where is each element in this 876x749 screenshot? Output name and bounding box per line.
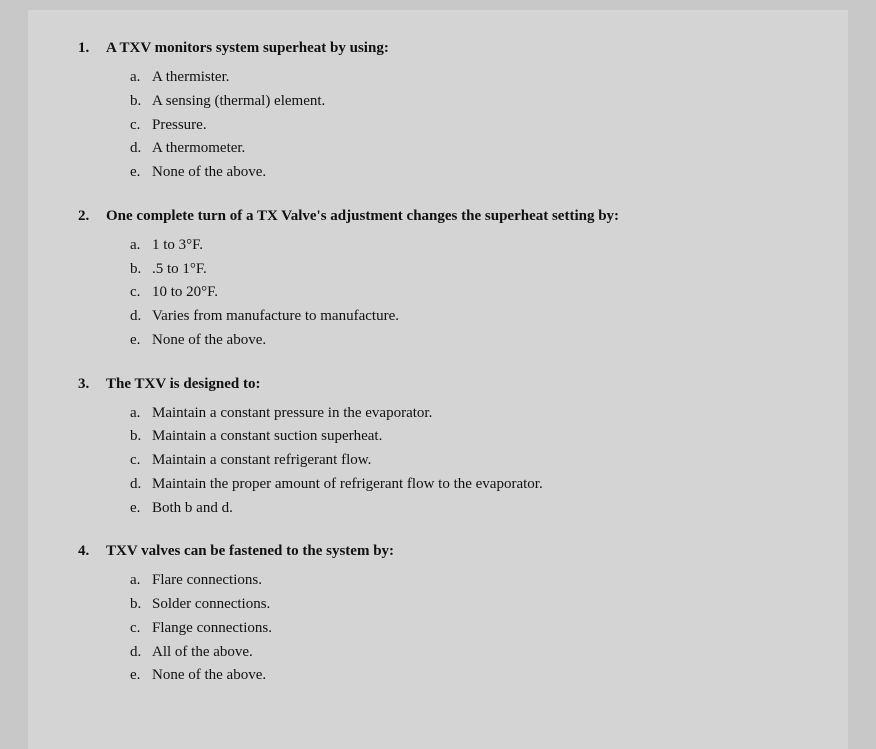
option-item-1-4: d.A thermometer.: [130, 138, 808, 160]
option-item-1-3: c.Pressure.: [130, 115, 808, 137]
question-block-3: 3.The TXV is designed to:a.Maintain a co…: [78, 374, 808, 520]
question-text-2: One complete turn of a TX Valve's adjust…: [106, 206, 808, 227]
option-item-2-2: b..5 to 1°F.: [130, 259, 808, 281]
option-text-4-3: Flange connections.: [152, 618, 808, 640]
option-letter-1-1: a.: [130, 67, 152, 89]
option-text-4-2: Solder connections.: [152, 594, 808, 616]
question-number-4: 4.: [78, 541, 106, 562]
option-letter-3-2: b.: [130, 426, 152, 448]
option-item-2-5: e.None of the above.: [130, 330, 808, 352]
question-text-3: The TXV is designed to:: [106, 374, 808, 395]
option-text-4-5: None of the above.: [152, 665, 808, 687]
option-item-4-4: d.All of the above.: [130, 642, 808, 664]
option-text-1-5: None of the above.: [152, 162, 808, 184]
option-item-2-1: a.1 to 3°F.: [130, 235, 808, 257]
question-number-2: 2.: [78, 206, 106, 227]
option-letter-4-1: a.: [130, 570, 152, 592]
option-text-2-2: .5 to 1°F.: [152, 259, 808, 281]
option-item-2-3: c.10 to 20°F.: [130, 282, 808, 304]
option-letter-1-2: b.: [130, 91, 152, 113]
option-item-4-3: c.Flange connections.: [130, 618, 808, 640]
option-item-3-2: b.Maintain a constant suction superheat.: [130, 426, 808, 448]
option-item-1-5: e.None of the above.: [130, 162, 808, 184]
option-text-2-1: 1 to 3°F.: [152, 235, 808, 257]
option-letter-2-5: e.: [130, 330, 152, 352]
option-item-3-5: e.Both b and d.: [130, 498, 808, 520]
option-item-4-5: e.None of the above.: [130, 665, 808, 687]
option-text-2-5: None of the above.: [152, 330, 808, 352]
option-text-2-3: 10 to 20°F.: [152, 282, 808, 304]
options-list-2: a.1 to 3°F.b..5 to 1°F.c.10 to 20°F.d.Va…: [130, 235, 808, 352]
option-item-1-2: b.A sensing (thermal) element.: [130, 91, 808, 113]
page-content: 1.A TXV monitors system superheat by usi…: [28, 10, 848, 749]
option-text-3-1: Maintain a constant pressure in the evap…: [152, 403, 808, 425]
option-text-3-2: Maintain a constant suction superheat.: [152, 426, 808, 448]
option-letter-2-4: d.: [130, 306, 152, 328]
option-item-1-1: a.A thermister.: [130, 67, 808, 89]
options-list-1: a.A thermister.b.A sensing (thermal) ele…: [130, 67, 808, 184]
question-block-1: 1.A TXV monitors system superheat by usi…: [78, 38, 808, 184]
question-block-2: 2.One complete turn of a TX Valve's adju…: [78, 206, 808, 352]
option-text-1-3: Pressure.: [152, 115, 808, 137]
option-letter-3-5: e.: [130, 498, 152, 520]
option-text-3-5: Both b and d.: [152, 498, 808, 520]
option-letter-4-4: d.: [130, 642, 152, 664]
question-text-4: TXV valves can be fastened to the system…: [106, 541, 808, 562]
option-letter-3-1: a.: [130, 403, 152, 425]
option-letter-3-3: c.: [130, 450, 152, 472]
question-block-4: 4.TXV valves can be fastened to the syst…: [78, 541, 808, 687]
option-text-1-2: A sensing (thermal) element.: [152, 91, 808, 113]
option-text-3-3: Maintain a constant refrigerant flow.: [152, 450, 808, 472]
option-letter-4-2: b.: [130, 594, 152, 616]
question-number-1: 1.: [78, 38, 106, 59]
question-title-4: 4.TXV valves can be fastened to the syst…: [78, 541, 808, 562]
option-letter-1-4: d.: [130, 138, 152, 160]
question-text-1: A TXV monitors system superheat by using…: [106, 38, 808, 59]
option-letter-3-4: d.: [130, 474, 152, 496]
option-text-2-4: Varies from manufacture to manufacture.: [152, 306, 808, 328]
option-item-2-4: d.Varies from manufacture to manufacture…: [130, 306, 808, 328]
option-letter-4-3: c.: [130, 618, 152, 640]
option-item-3-1: a.Maintain a constant pressure in the ev…: [130, 403, 808, 425]
option-letter-1-5: e.: [130, 162, 152, 184]
option-text-1-1: A thermister.: [152, 67, 808, 89]
option-letter-4-5: e.: [130, 665, 152, 687]
option-item-3-3: c.Maintain a constant refrigerant flow.: [130, 450, 808, 472]
question-title-2: 2.One complete turn of a TX Valve's adju…: [78, 206, 808, 227]
option-text-1-4: A thermometer.: [152, 138, 808, 160]
option-letter-1-3: c.: [130, 115, 152, 137]
option-text-4-1: Flare connections.: [152, 570, 808, 592]
option-text-3-4: Maintain the proper amount of refrigeran…: [152, 474, 808, 496]
option-text-4-4: All of the above.: [152, 642, 808, 664]
option-item-3-4: d.Maintain the proper amount of refriger…: [130, 474, 808, 496]
option-letter-2-3: c.: [130, 282, 152, 304]
options-list-4: a.Flare connections.b.Solder connections…: [130, 570, 808, 687]
options-list-3: a.Maintain a constant pressure in the ev…: [130, 403, 808, 520]
option-item-4-1: a.Flare connections.: [130, 570, 808, 592]
question-title-3: 3.The TXV is designed to:: [78, 374, 808, 395]
option-item-4-2: b.Solder connections.: [130, 594, 808, 616]
question-title-1: 1.A TXV monitors system superheat by usi…: [78, 38, 808, 59]
option-letter-2-1: a.: [130, 235, 152, 257]
question-number-3: 3.: [78, 374, 106, 395]
option-letter-2-2: b.: [130, 259, 152, 281]
